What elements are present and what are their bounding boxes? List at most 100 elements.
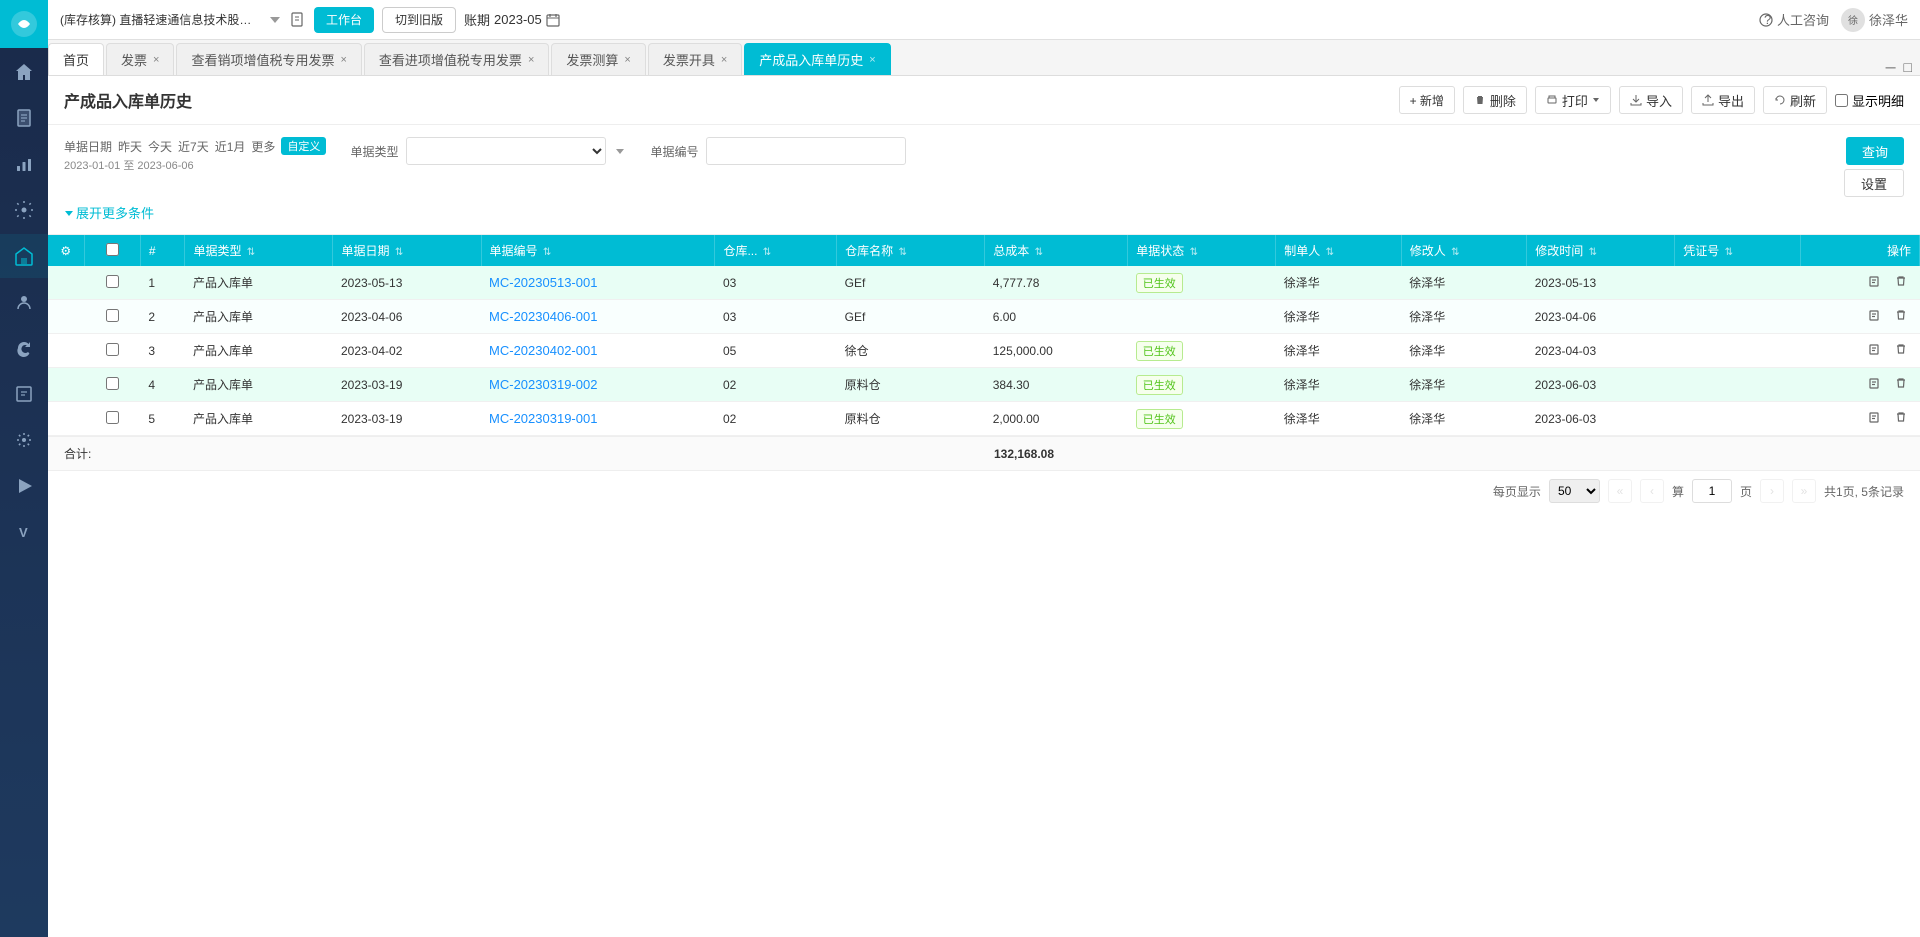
- row-checkbox-4[interactable]: [106, 411, 119, 424]
- tab-calc-close[interactable]: ×: [624, 54, 630, 66]
- prev-page-button[interactable]: ‹: [1640, 479, 1664, 503]
- set-button[interactable]: 设置: [1844, 169, 1904, 197]
- number-link-0[interactable]: MC-20230513-001: [489, 275, 597, 290]
- tab-purchase-vat-close[interactable]: ×: [528, 54, 534, 66]
- date-link-more[interactable]: 更多: [251, 138, 275, 155]
- sidebar-item-warehouse[interactable]: [0, 234, 48, 278]
- new-button[interactable]: + 新增: [1399, 86, 1455, 114]
- delete-button-4[interactable]: [1890, 408, 1912, 429]
- sidebar-item-document[interactable]: [0, 96, 48, 140]
- tab-minimize-button[interactable]: ─: [1886, 59, 1896, 75]
- tab-home[interactable]: 首页: [48, 43, 104, 75]
- tab-open[interactable]: 发票开具 ×: [648, 43, 742, 75]
- tab-open-close[interactable]: ×: [721, 54, 727, 66]
- cell-checkbox-3[interactable]: [84, 368, 140, 402]
- sidebar-item-v[interactable]: V: [0, 510, 48, 554]
- refresh-button[interactable]: 刷新: [1763, 86, 1827, 114]
- date-link-yesterday[interactable]: 昨天: [118, 138, 142, 155]
- th-checkbox[interactable]: [84, 235, 140, 266]
- next-page-button[interactable]: ›: [1760, 479, 1784, 503]
- cell-number-4[interactable]: MC-20230319-001: [481, 402, 715, 436]
- number-link-3[interactable]: MC-20230319-002: [489, 377, 597, 392]
- last-page-button[interactable]: »: [1792, 479, 1816, 503]
- number-filter-input[interactable]: [706, 137, 906, 165]
- delete-button-0[interactable]: [1890, 272, 1912, 293]
- tab-sales-vat-close[interactable]: ×: [340, 54, 346, 66]
- export-button[interactable]: 导出: [1691, 86, 1755, 114]
- th-type[interactable]: 单据类型 ⇅: [185, 235, 333, 266]
- number-link-1[interactable]: MC-20230406-001: [489, 309, 597, 324]
- user-area[interactable]: 徐 徐泽华: [1841, 8, 1908, 32]
- sidebar-item-refresh[interactable]: [0, 326, 48, 370]
- date-link-7days[interactable]: 近7天: [178, 138, 209, 155]
- row-checkbox-2[interactable]: [106, 343, 119, 356]
- th-total-cost[interactable]: 总成本 ⇅: [985, 235, 1128, 266]
- th-voucher[interactable]: 凭证号 ⇅: [1675, 235, 1800, 266]
- switch-button[interactable]: 切到旧版: [382, 7, 456, 33]
- show-detail-checkbox[interactable]: [1835, 94, 1848, 107]
- delete-button-2[interactable]: [1890, 340, 1912, 361]
- sidebar-item-home[interactable]: [0, 50, 48, 94]
- delete-button[interactable]: 删除: [1463, 86, 1527, 114]
- sidebar-item-invoice[interactable]: [0, 372, 48, 416]
- th-modify-time[interactable]: 修改时间 ⇅: [1527, 235, 1675, 266]
- tab-product-history-close[interactable]: ×: [869, 54, 875, 66]
- th-warehouse-name[interactable]: 仓库名称 ⇅: [837, 235, 985, 266]
- tab-invoice-close[interactable]: ×: [153, 54, 159, 66]
- cell-number-0[interactable]: MC-20230513-001: [481, 266, 715, 300]
- cell-number-2[interactable]: MC-20230402-001: [481, 334, 715, 368]
- tab-calc[interactable]: 发票测算 ×: [551, 43, 645, 75]
- import-button[interactable]: 导入: [1619, 86, 1683, 114]
- calendar-icon[interactable]: [546, 13, 560, 27]
- cell-checkbox-4[interactable]: [84, 402, 140, 436]
- edit-button-4[interactable]: [1864, 408, 1886, 429]
- th-warehouse-code[interactable]: 仓库... ⇅: [715, 235, 837, 266]
- date-custom-button[interactable]: 自定义: [281, 137, 326, 155]
- sidebar-item-settings[interactable]: [0, 188, 48, 232]
- type-filter-select[interactable]: 产品入库单 原料入库单: [406, 137, 606, 165]
- tab-sales-vat[interactable]: 查看销项增值税专用发票 ×: [176, 43, 361, 75]
- print-button[interactable]: 打印: [1535, 86, 1611, 114]
- delete-button-3[interactable]: [1890, 374, 1912, 395]
- date-link-1month[interactable]: 近1月: [215, 138, 246, 155]
- cell-checkbox-1[interactable]: [84, 300, 140, 334]
- th-settings[interactable]: ⚙: [48, 235, 84, 266]
- show-detail-checkbox-label[interactable]: 显示明细: [1835, 91, 1904, 110]
- edit-button-1[interactable]: [1864, 306, 1886, 327]
- cell-number-3[interactable]: MC-20230319-002: [481, 368, 715, 402]
- date-link-today[interactable]: 今天: [148, 138, 172, 155]
- first-page-button[interactable]: «: [1608, 479, 1632, 503]
- edit-button-0[interactable]: [1864, 272, 1886, 293]
- page-input[interactable]: [1692, 479, 1732, 503]
- th-modifier[interactable]: 修改人 ⇅: [1401, 235, 1526, 266]
- tab-invoice[interactable]: 发票 ×: [106, 43, 174, 75]
- th-date[interactable]: 单据日期 ⇅: [333, 235, 481, 266]
- cell-number-1[interactable]: MC-20230406-001: [481, 300, 715, 334]
- sidebar-item-people[interactable]: [0, 280, 48, 324]
- row-checkbox-1[interactable]: [106, 309, 119, 322]
- number-link-2[interactable]: MC-20230402-001: [489, 343, 597, 358]
- row-checkbox-0[interactable]: [106, 275, 119, 288]
- sidebar-item-chart[interactable]: [0, 142, 48, 186]
- th-status[interactable]: 单据状态 ⇅: [1128, 235, 1276, 266]
- row-checkbox-3[interactable]: [106, 377, 119, 390]
- edit-button-3[interactable]: [1864, 374, 1886, 395]
- sidebar-item-gear[interactable]: [0, 418, 48, 462]
- tab-product-history[interactable]: 产成品入库单历史 ×: [744, 43, 890, 75]
- edit-button-2[interactable]: [1864, 340, 1886, 361]
- th-creator[interactable]: 制单人 ⇅: [1276, 235, 1401, 266]
- sidebar-item-play[interactable]: [0, 464, 48, 508]
- help-button[interactable]: ? 人工咨询: [1759, 10, 1829, 29]
- query-button[interactable]: 查询: [1846, 137, 1904, 165]
- cell-checkbox-2[interactable]: [84, 334, 140, 368]
- expand-filter-button[interactable]: 展开更多条件: [64, 203, 1904, 222]
- cell-checkbox-0[interactable]: [84, 266, 140, 300]
- per-page-select[interactable]: 50 20 100 200: [1549, 479, 1600, 503]
- select-all-checkbox[interactable]: [106, 243, 119, 256]
- workstation-button[interactable]: 工作台: [314, 7, 374, 33]
- tab-maximize-button[interactable]: □: [1904, 59, 1912, 75]
- number-link-4[interactable]: MC-20230319-001: [489, 411, 597, 426]
- delete-button-1[interactable]: [1890, 306, 1912, 327]
- tab-purchase-vat[interactable]: 查看进项增值税专用发票 ×: [364, 43, 549, 75]
- th-number[interactable]: 单据编号 ⇅: [481, 235, 715, 266]
